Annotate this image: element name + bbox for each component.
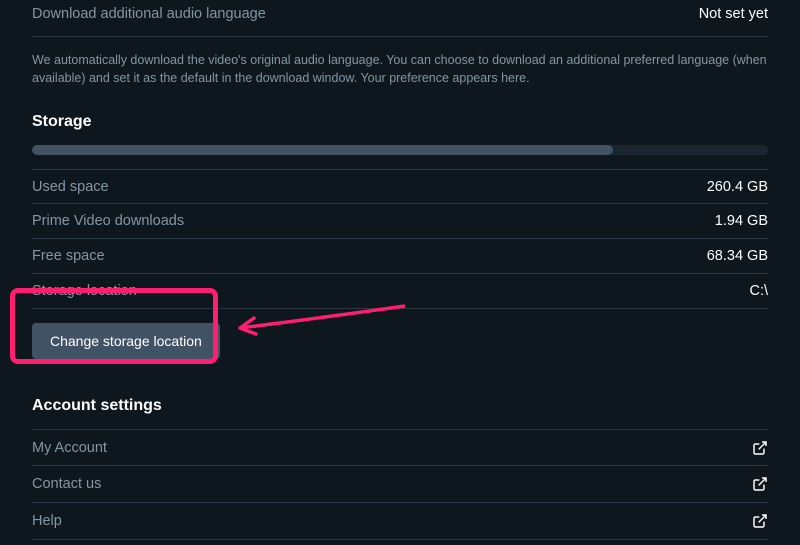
my-account-link[interactable]: My Account	[32, 429, 768, 466]
prime-downloads-row: Prime Video downloads 1.94 GB	[32, 204, 768, 239]
change-storage-button[interactable]: Change storage location	[32, 323, 220, 359]
free-space-row: Free space 68.34 GB	[32, 239, 768, 274]
storage-progress-bar	[32, 145, 768, 155]
free-space-label: Free space	[32, 248, 105, 264]
account-settings-heading: Account settings	[32, 389, 768, 429]
contact-us-link[interactable]: Contact us	[32, 466, 768, 503]
free-space-value: 68.34 GB	[707, 248, 768, 264]
prime-downloads-label: Prime Video downloads	[32, 213, 184, 229]
audio-language-value: Not set yet	[699, 6, 768, 22]
change-storage-area: Change storage location	[32, 309, 768, 377]
audio-language-row[interactable]: Download additional audio language Not s…	[32, 0, 768, 37]
help-label: Help	[32, 513, 62, 529]
storage-location-label: Storage location	[32, 283, 137, 299]
my-account-label: My Account	[32, 440, 107, 456]
storage-progress-fill	[32, 145, 613, 155]
prime-downloads-value: 1.94 GB	[715, 213, 768, 229]
used-space-label: Used space	[32, 179, 109, 195]
storage-heading: Storage	[32, 105, 768, 145]
external-link-icon	[752, 440, 768, 456]
audio-language-description: We automatically download the video's or…	[32, 37, 768, 105]
external-link-icon	[752, 513, 768, 529]
used-space-value: 260.4 GB	[707, 179, 768, 195]
storage-location-row: Storage location C:\	[32, 274, 768, 309]
legal-link[interactable]: Legal	[32, 540, 768, 545]
help-link[interactable]: Help	[32, 503, 768, 540]
used-space-row: Used space 260.4 GB	[32, 169, 768, 204]
contact-us-label: Contact us	[32, 476, 101, 492]
external-link-icon	[752, 476, 768, 492]
audio-language-label: Download additional audio language	[32, 6, 266, 22]
storage-location-value: C:\	[749, 283, 768, 299]
